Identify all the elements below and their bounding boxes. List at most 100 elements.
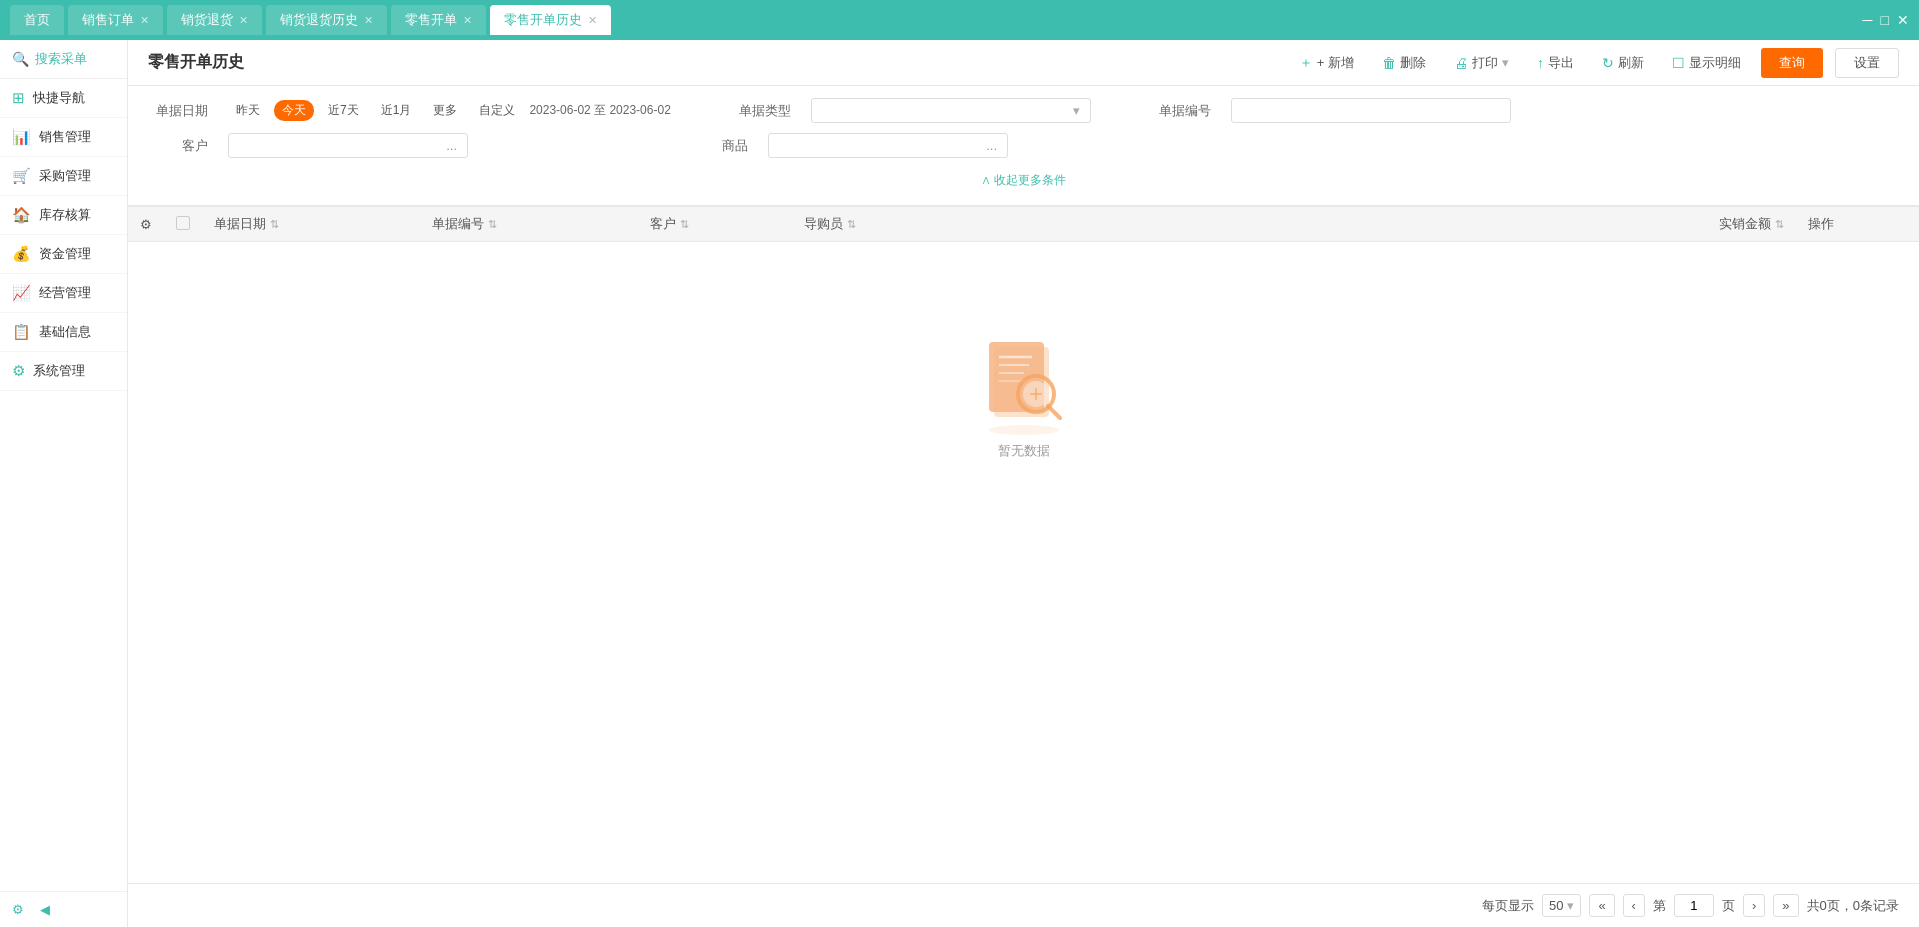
query-button[interactable]: 查询	[1761, 48, 1823, 78]
tab-sales-return-history[interactable]: 销货退货历史 ✕	[266, 5, 387, 35]
sidebar-bottom: ⚙ ◀	[0, 891, 127, 927]
main-layout: 🔍 搜索采单 ⊞ 快捷导航 📊 销售管理 🛒 采购管理 🏠 库存核算 💰 资金管…	[0, 40, 1919, 927]
sidebar-item-system[interactable]: ⚙ 系统管理	[0, 352, 127, 391]
settings-gear-icon[interactable]: ⚙	[12, 902, 24, 917]
sidebar-item-basic-info[interactable]: 📋 基础信息	[0, 313, 127, 352]
data-table: ⚙ 单据日期 单据编号 客户	[128, 206, 1919, 540]
table-header: ⚙ 单据日期 单据编号 客户	[128, 207, 1919, 242]
finance-icon: 💰	[12, 245, 31, 263]
th-customer[interactable]: 客户	[638, 207, 792, 242]
date-more[interactable]: 更多	[425, 100, 465, 121]
filter-dates: 昨天 今天 近7天 近1月 更多 自定义 2023-06-02 至 2023-0…	[228, 100, 671, 121]
setting-button[interactable]: 设置	[1835, 48, 1899, 78]
date-custom[interactable]: 自定义	[471, 100, 523, 121]
date-yesterday[interactable]: 昨天	[228, 100, 268, 121]
delete-icon: 🗑	[1382, 55, 1396, 71]
print-button[interactable]: 🖨 打印 ▾	[1446, 50, 1517, 76]
export-icon: ↑	[1537, 55, 1544, 71]
content-header: 零售开单历史 ＋ + 新增 🗑 删除 🖨 打印 ▾ ↑ 导出	[128, 40, 1919, 86]
tab-retail-history[interactable]: 零售开单历史 ✕	[490, 5, 611, 35]
window-controls: ─ □ ✕	[1863, 12, 1909, 28]
doc-number-label: 单据编号	[1151, 102, 1211, 120]
th-doc-number[interactable]: 单据编号	[420, 207, 638, 242]
sales-icon: 📊	[12, 128, 31, 146]
sidebar-item-purchase-mgmt[interactable]: 🛒 采购管理	[0, 157, 127, 196]
collapse-button[interactable]: ∧ 收起更多条件	[969, 168, 1078, 193]
di-label: 第	[1653, 897, 1666, 915]
page-number-input[interactable]	[1674, 894, 1714, 917]
close-tab-sales-order[interactable]: ✕	[140, 14, 149, 27]
pagination: 每页显示 50 ▾ « ‹ 第 页 › » 共0页，0条记录	[128, 883, 1919, 927]
refresh-button[interactable]: ↻ 刷新	[1594, 50, 1652, 76]
close-tab-sales-return-history[interactable]: ✕	[364, 14, 373, 27]
doc-type-select[interactable]: ▾	[811, 98, 1091, 123]
date-7days[interactable]: 近7天	[320, 100, 367, 121]
empty-cell: 暂无数据	[128, 242, 1919, 541]
add-button[interactable]: ＋ + 新增	[1291, 50, 1362, 76]
th-salesperson[interactable]: 导购员	[792, 207, 978, 242]
page-size-arrow: ▾	[1567, 898, 1574, 913]
sidebar-item-operations[interactable]: 📈 经营管理	[0, 274, 127, 313]
last-page-btn[interactable]: »	[1773, 894, 1798, 917]
sidebar: 🔍 搜索采单 ⊞ 快捷导航 📊 销售管理 🛒 采购管理 🏠 库存核算 💰 资金管…	[0, 40, 128, 927]
export-button[interactable]: ↑ 导出	[1529, 50, 1582, 76]
print-icon: 🖨	[1454, 55, 1468, 71]
page-summary: 共0页，0条记录	[1807, 897, 1899, 915]
first-page-btn[interactable]: «	[1589, 894, 1614, 917]
doc-type-label: 单据类型	[731, 102, 791, 120]
basic-info-icon: 📋	[12, 323, 31, 341]
empty-text: 暂无数据	[998, 442, 1050, 460]
sidebar-search[interactable]: 🔍 搜索采单	[0, 40, 127, 79]
next-page-btn[interactable]: ›	[1743, 894, 1765, 917]
minimize-btn[interactable]: ─	[1863, 12, 1873, 28]
delete-button[interactable]: 🗑 删除	[1374, 50, 1434, 76]
th-settings[interactable]: ⚙	[128, 207, 164, 242]
filter-row-1: 单据日期 昨天 今天 近7天 近1月 更多 自定义 2023-06-02 至 2…	[148, 98, 1899, 123]
doc-number-input[interactable]	[1231, 98, 1511, 123]
sidebar-item-sales-mgmt[interactable]: 📊 销售管理	[0, 118, 127, 157]
header-actions: ＋ + 新增 🗑 删除 🖨 打印 ▾ ↑ 导出 ↻	[1291, 48, 1899, 78]
display-detail-button[interactable]: ☐ 显示明细	[1664, 50, 1749, 76]
th-doc-date[interactable]: 单据日期	[202, 207, 420, 242]
table-body: 暂无数据	[128, 242, 1919, 541]
collapse-sidebar-icon[interactable]: ◀	[40, 902, 50, 917]
close-tab-retail-history[interactable]: ✕	[588, 14, 597, 27]
date-1month[interactable]: 近1月	[373, 100, 420, 121]
svg-point-0	[989, 425, 1059, 435]
close-btn[interactable]: ✕	[1897, 12, 1909, 28]
sidebar-item-inventory[interactable]: 🏠 库存核算	[0, 196, 127, 235]
sidebar-item-finance[interactable]: 💰 资金管理	[0, 235, 127, 274]
tab-home[interactable]: 首页	[10, 5, 64, 35]
customer-dots-btn[interactable]: ...	[446, 138, 457, 153]
maximize-btn[interactable]: □	[1881, 12, 1889, 28]
doc-type-arrow: ▾	[1073, 103, 1080, 118]
operations-icon: 📈	[12, 284, 31, 302]
tab-sales-order[interactable]: 销售订单 ✕	[68, 5, 163, 35]
top-navigation: 首页 销售订单 ✕ 销货退货 ✕ 销货退货历史 ✕ 零售开单 ✕ 零售开单历史 …	[0, 0, 1919, 40]
page-size-select[interactable]: 50 ▾	[1542, 894, 1581, 917]
th-checkbox[interactable]	[164, 207, 202, 242]
close-tab-retail-open[interactable]: ✕	[463, 14, 472, 27]
sidebar-item-quick-nav[interactable]: ⊞ 快捷导航	[0, 79, 127, 118]
filter-row-2: 客户 ... 商品 ...	[148, 133, 1899, 158]
table-area: ⚙ 单据日期 单据编号 客户	[128, 206, 1919, 883]
prev-page-btn[interactable]: ‹	[1623, 894, 1645, 917]
page-label: 页	[1722, 897, 1735, 915]
date-label: 单据日期	[148, 102, 208, 120]
select-all-checkbox[interactable]	[176, 216, 190, 230]
empty-row: 暂无数据	[128, 242, 1919, 541]
quick-nav-icon: ⊞	[12, 89, 25, 107]
date-today[interactable]: 今天	[274, 100, 314, 121]
product-dots-btn[interactable]: ...	[986, 138, 997, 153]
inventory-icon: 🏠	[12, 206, 31, 224]
empty-state: 暂无数据	[128, 242, 1919, 540]
tab-sales-return[interactable]: 销货退货 ✕	[167, 5, 262, 35]
tab-retail-open[interactable]: 零售开单 ✕	[391, 5, 486, 35]
display-icon: ☐	[1672, 55, 1685, 71]
th-action: 操作	[1796, 207, 1919, 242]
th-amount[interactable]: 实销金额	[1578, 207, 1796, 242]
header-row: ⚙ 单据日期 单据编号 客户	[128, 207, 1919, 242]
add-icon: ＋	[1299, 54, 1313, 72]
close-tab-sales-return[interactable]: ✕	[239, 14, 248, 27]
print-dropdown-icon: ▾	[1502, 55, 1509, 70]
